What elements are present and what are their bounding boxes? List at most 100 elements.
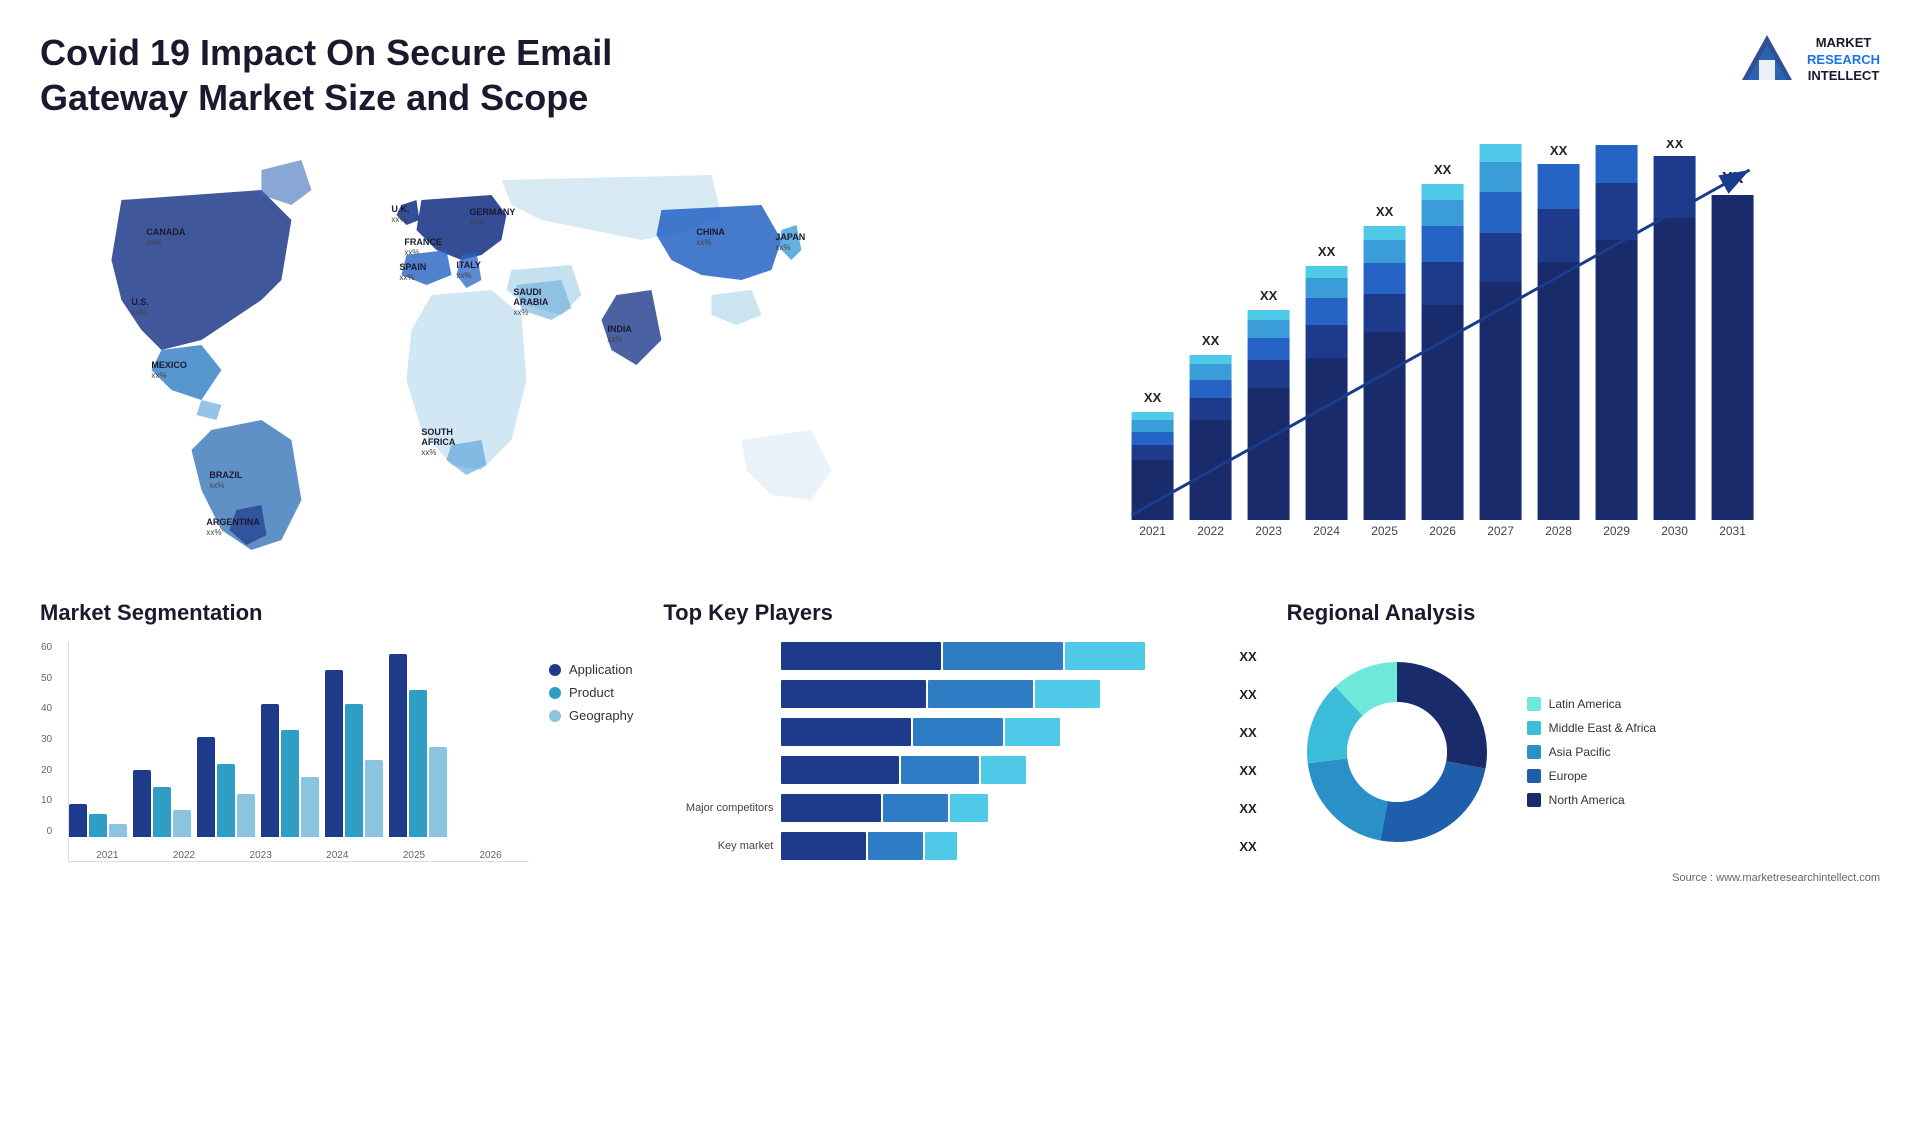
svg-text:2026: 2026 xyxy=(1429,524,1456,538)
svg-text:ITALY: ITALY xyxy=(456,260,481,270)
seg-bar-app xyxy=(197,737,215,837)
kp-value-key: XX xyxy=(1239,839,1256,854)
kp-bar-seg-blue xyxy=(901,756,979,784)
seg-bar-app xyxy=(133,770,151,837)
svg-text:GERMANY: GERMANY xyxy=(469,207,515,217)
seg-bar-geo xyxy=(237,794,255,837)
svg-text:xx%: xx% xyxy=(399,273,414,282)
seg-y-labels: 60 50 40 30 20 10 0 xyxy=(41,642,52,837)
donut-area: Latin America Middle East & Africa Asia … xyxy=(1287,642,1880,862)
kp-bars-1 xyxy=(781,642,1227,670)
svg-text:U.S.: U.S. xyxy=(131,297,149,307)
seg-group-2021 xyxy=(69,804,127,837)
kp-label-key: Key market xyxy=(663,840,773,852)
seg-bar-app xyxy=(325,670,343,837)
donut-legend-mea: Middle East & Africa xyxy=(1527,721,1656,735)
legend-item-geography: Geography xyxy=(549,708,633,723)
regional-analysis-title: Regional Analysis xyxy=(1287,600,1880,626)
kp-bar-seg-blue xyxy=(943,642,1063,670)
kp-value-3: XX xyxy=(1239,725,1256,740)
svg-text:xx%: xx% xyxy=(421,448,436,457)
svg-text:SAUDI: SAUDI xyxy=(513,287,541,297)
svg-text:xx%: xx% xyxy=(513,308,528,317)
donut-color-latin xyxy=(1527,697,1541,711)
logo-area: MARKET RESEARCH INTELLECT xyxy=(1737,30,1880,90)
svg-text:XX: XX xyxy=(1260,288,1278,303)
world-map-container: CANADA xx% U.S. xx% MEXICO xx% BRAZIL xx… xyxy=(40,140,983,560)
svg-text:XX: XX xyxy=(1318,244,1336,259)
kp-bar-seg-navy xyxy=(781,832,866,860)
kp-label-major: Major competitors xyxy=(663,802,773,814)
donut-label-latin: Latin America xyxy=(1549,697,1622,711)
kp-row-key: Key market XX xyxy=(663,832,1256,860)
svg-text:2023: 2023 xyxy=(1255,524,1282,538)
seg-bar-prod xyxy=(281,730,299,837)
donut-color-na xyxy=(1527,793,1541,807)
svg-text:BRAZIL: BRAZIL xyxy=(209,470,242,480)
kp-row-1: XX xyxy=(663,642,1256,670)
donut-label-na: North America xyxy=(1549,793,1625,807)
kp-bars-major xyxy=(781,794,1227,822)
kp-bar-seg-blue xyxy=(928,680,1033,708)
svg-text:2027: 2027 xyxy=(1487,524,1514,538)
legend-dot-product xyxy=(549,687,561,699)
regional-analysis-panel: Regional Analysis xyxy=(1287,600,1880,884)
svg-text:xx%: xx% xyxy=(456,271,471,280)
market-segmentation-title: Market Segmentation xyxy=(40,600,633,626)
seg-bar-geo xyxy=(173,810,191,837)
seg-group-2026 xyxy=(389,654,447,837)
svg-text:AFRICA: AFRICA xyxy=(421,437,455,447)
svg-text:2024: 2024 xyxy=(1313,524,1340,538)
donut-label-mea: Middle East & Africa xyxy=(1549,721,1656,735)
seg-bar-geo xyxy=(301,777,319,837)
svg-text:xx%: xx% xyxy=(404,248,419,257)
seg-group-2024 xyxy=(261,704,319,837)
svg-text:xx%: xx% xyxy=(146,238,161,247)
svg-text:2025: 2025 xyxy=(1371,524,1398,538)
svg-text:2022: 2022 xyxy=(1197,524,1224,538)
kp-bar-seg-cyan xyxy=(1005,718,1060,746)
kp-row-major: Major competitors XX xyxy=(663,794,1256,822)
kp-bars-4 xyxy=(781,756,1227,784)
seg-bar-prod xyxy=(409,690,427,837)
svg-text:2030: 2030 xyxy=(1661,524,1688,538)
svg-text:xx%: xx% xyxy=(391,215,406,224)
kp-bars-3 xyxy=(781,718,1227,746)
svg-text:XX: XX xyxy=(1434,162,1452,177)
seg-group-2025 xyxy=(325,670,383,837)
kp-bar-seg-navy xyxy=(781,718,911,746)
page-title: Covid 19 Impact On Secure Email Gateway … xyxy=(40,30,740,120)
kp-bar-seg-cyan xyxy=(925,832,957,860)
seg-bar-geo xyxy=(109,824,127,837)
svg-text:xx%: xx% xyxy=(469,218,484,227)
legend-item-product: Product xyxy=(549,685,633,700)
svg-text:2029: 2029 xyxy=(1603,524,1630,538)
svg-text:CHINA: CHINA xyxy=(696,227,725,237)
seg-bar-geo xyxy=(429,747,447,837)
legend-label-application: Application xyxy=(569,662,633,677)
svg-text:xx%: xx% xyxy=(206,528,221,537)
kp-bar-seg-blue xyxy=(913,718,1003,746)
bar-chart-svg: XX 2021 XX 2022 XX 2023 XX 20 xyxy=(1023,140,1880,560)
donut-legend-na: North America xyxy=(1527,793,1656,807)
svg-text:xx%: xx% xyxy=(151,371,166,380)
seg-bar-prod xyxy=(345,704,363,837)
kp-bars-key xyxy=(781,832,1227,860)
kp-row-3: XX xyxy=(663,718,1256,746)
svg-text:SOUTH: SOUTH xyxy=(421,427,453,437)
bottom-section: Market Segmentation 60 50 40 30 20 10 0 xyxy=(40,600,1880,884)
svg-text:XX: XX xyxy=(1608,140,1626,143)
donut-label-apac: Asia Pacific xyxy=(1549,745,1611,759)
seg-bar-geo xyxy=(365,760,383,837)
seg-bar-app xyxy=(389,654,407,837)
svg-text:XX: XX xyxy=(1550,143,1568,158)
key-players-chart: XX XX XX xyxy=(663,642,1256,860)
svg-text:XX: XX xyxy=(1202,333,1220,348)
kp-value-major: XX xyxy=(1239,801,1256,816)
kp-row-2: XX xyxy=(663,680,1256,708)
kp-bar-seg-navy xyxy=(781,794,881,822)
seg-group-2023 xyxy=(197,737,255,837)
svg-text:U.K.: U.K. xyxy=(391,204,409,214)
svg-text:ARGENTINA: ARGENTINA xyxy=(206,517,260,527)
kp-value-2: XX xyxy=(1239,687,1256,702)
